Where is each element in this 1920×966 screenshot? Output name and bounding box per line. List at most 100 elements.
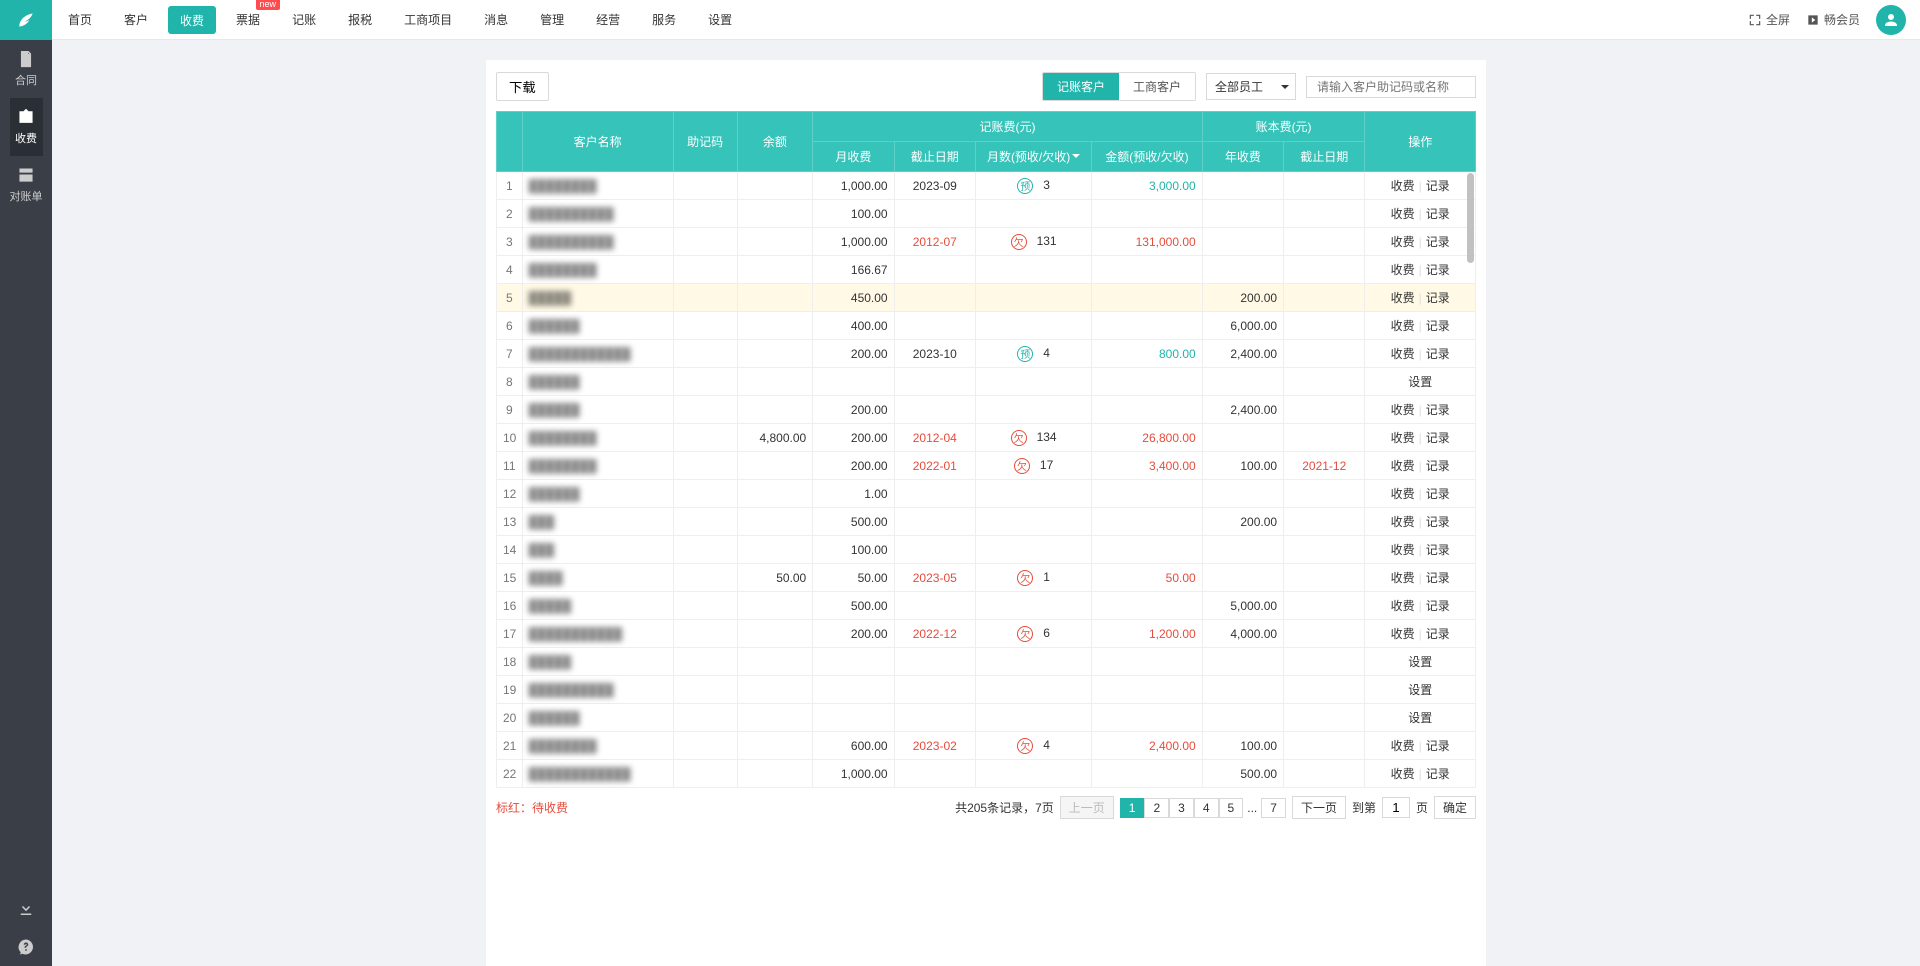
sort-icon <box>1072 154 1080 162</box>
charge-link[interactable]: 收费 <box>1391 403 1415 417</box>
record-link[interactable]: 记录 <box>1426 235 1450 249</box>
nav-item-1[interactable]: 客户 <box>108 0 164 39</box>
page-2[interactable]: 2 <box>1144 798 1169 818</box>
charge-link[interactable]: 收费 <box>1391 431 1415 445</box>
setup-link[interactable]: 设置 <box>1408 683 1432 697</box>
charge-link[interactable]: 收费 <box>1391 767 1415 781</box>
table-footer: 标红：待收费 共205条记录，7页 上一页 12345...7 下一页 到第 页… <box>496 796 1476 819</box>
nav-item-10[interactable]: 服务 <box>636 0 692 39</box>
table-row: 5█████450.00200.00收费|记录 <box>497 284 1476 312</box>
charge-link[interactable]: 收费 <box>1391 207 1415 221</box>
record-link[interactable]: 记录 <box>1426 515 1450 529</box>
sidebar-support-icon[interactable] <box>0 928 52 966</box>
record-link[interactable]: 记录 <box>1426 291 1450 305</box>
charge-link[interactable]: 收费 <box>1391 739 1415 753</box>
charge-link[interactable]: 收费 <box>1391 319 1415 333</box>
tab-0[interactable]: 记账客户 <box>1043 73 1119 100</box>
customer-name: ████████ <box>529 179 597 193</box>
fullscreen-label: 全屏 <box>1766 11 1790 28</box>
nav-item-6[interactable]: 工商项目 <box>388 0 468 39</box>
table-body: 1████████1,000.002023-09预 33,000.00收费|记录… <box>497 172 1476 788</box>
col-mnemonic: 助记码 <box>673 112 737 172</box>
setup-link[interactable]: 设置 <box>1408 375 1432 389</box>
record-link[interactable]: 记录 <box>1426 599 1450 613</box>
table-row: 3██████████1,000.002012-07欠 131131,000.0… <box>497 228 1476 256</box>
charge-link[interactable]: 收费 <box>1391 627 1415 641</box>
charge-link[interactable]: 收费 <box>1391 263 1415 277</box>
record-link[interactable]: 记录 <box>1426 319 1450 333</box>
customer-name: █████ <box>529 655 572 669</box>
record-link[interactable]: 记录 <box>1426 739 1450 753</box>
page-4[interactable]: 4 <box>1194 798 1219 818</box>
record-link[interactable]: 记录 <box>1426 431 1450 445</box>
table-row: 4████████166.67收费|记录 <box>497 256 1476 284</box>
charge-link[interactable]: 收费 <box>1391 291 1415 305</box>
fullscreen-button[interactable]: 全屏 <box>1748 11 1790 28</box>
record-link[interactable]: 记录 <box>1426 627 1450 641</box>
scrollbar-thumb[interactable] <box>1467 173 1474 263</box>
record-link[interactable]: 记录 <box>1426 179 1450 193</box>
col-months[interactable]: 月数(预收/欠收) <box>975 142 1091 172</box>
setup-link[interactable]: 设置 <box>1408 711 1432 725</box>
sidebar-item-0[interactable]: 合同 <box>10 40 43 98</box>
record-link[interactable]: 记录 <box>1426 487 1450 501</box>
nav-item-4[interactable]: 记账 <box>276 0 332 39</box>
tab-1[interactable]: 工商客户 <box>1119 73 1195 100</box>
record-link[interactable]: 记录 <box>1426 571 1450 585</box>
record-link[interactable]: 记录 <box>1426 543 1450 557</box>
employee-select[interactable]: 全部员工 <box>1206 73 1296 100</box>
prepaid-badge: 预 <box>1017 178 1033 194</box>
prev-page-button[interactable]: 上一页 <box>1060 796 1114 819</box>
charge-link[interactable]: 收费 <box>1391 599 1415 613</box>
page-5[interactable]: 5 <box>1219 798 1244 818</box>
download-button[interactable]: 下载 <box>496 72 549 101</box>
table-row: 7████████████200.002023-10预 4800.002,400… <box>497 340 1476 368</box>
table-row: 19██████████设置 <box>497 676 1476 704</box>
record-link[interactable]: 记录 <box>1426 263 1450 277</box>
col-enddate2: 截止日期 <box>1284 142 1365 172</box>
search-input[interactable] <box>1315 79 1474 95</box>
charge-link[interactable]: 收费 <box>1391 179 1415 193</box>
nav-item-7[interactable]: 消息 <box>468 0 524 39</box>
page-7[interactable]: 7 <box>1261 798 1286 818</box>
table-row: 6██████400.006,000.00收费|记录 <box>497 312 1476 340</box>
overdue-badge: 欠 <box>1011 234 1027 250</box>
charge-link[interactable]: 收费 <box>1391 487 1415 501</box>
charge-link[interactable]: 收费 <box>1391 543 1415 557</box>
nav-item-11[interactable]: 设置 <box>692 0 748 39</box>
jump-page-input[interactable] <box>1382 797 1410 818</box>
charge-link[interactable]: 收费 <box>1391 459 1415 473</box>
record-link[interactable]: 记录 <box>1426 459 1450 473</box>
page-3[interactable]: 3 <box>1169 798 1194 818</box>
charge-link[interactable]: 收费 <box>1391 347 1415 361</box>
setup-link[interactable]: 设置 <box>1408 655 1432 669</box>
charge-link[interactable]: 收费 <box>1391 515 1415 529</box>
record-link[interactable]: 记录 <box>1426 403 1450 417</box>
table-row: 16█████500.005,000.00收费|记录 <box>497 592 1476 620</box>
legend-text: 标红：待收费 <box>496 799 568 816</box>
nav-item-9[interactable]: 经营 <box>580 0 636 39</box>
nav-item-3[interactable]: 票据new <box>220 0 276 39</box>
nav-item-5[interactable]: 报税 <box>332 0 388 39</box>
sidebar-download-icon[interactable] <box>0 890 52 928</box>
page-1[interactable]: 1 <box>1120 798 1145 818</box>
sidebar-item-2[interactable]: 对账单 <box>10 156 43 214</box>
member-button[interactable]: 畅会员 <box>1806 11 1860 28</box>
record-link[interactable]: 记录 <box>1426 207 1450 221</box>
next-page-button[interactable]: 下一页 <box>1292 796 1346 819</box>
nav-item-8[interactable]: 管理 <box>524 0 580 39</box>
record-link[interactable]: 记录 <box>1426 347 1450 361</box>
customer-name: ████ <box>529 571 563 585</box>
charge-link[interactable]: 收费 <box>1391 235 1415 249</box>
avatar[interactable] <box>1876 5 1906 35</box>
nav-item-2[interactable]: 收费 <box>168 6 216 34</box>
charge-link[interactable]: 收费 <box>1391 571 1415 585</box>
nav-item-0[interactable]: 首页 <box>52 0 108 39</box>
jump-confirm-button[interactable]: 确定 <box>1434 796 1476 819</box>
table-row: 2██████████100.00收费|记录 <box>497 200 1476 228</box>
record-link[interactable]: 记录 <box>1426 767 1450 781</box>
member-label: 畅会员 <box>1824 11 1860 28</box>
customer-name: ████████ <box>529 431 597 445</box>
sidebar-item-1[interactable]: 收费 <box>10 98 43 156</box>
customer-name: ██████ <box>529 711 580 725</box>
